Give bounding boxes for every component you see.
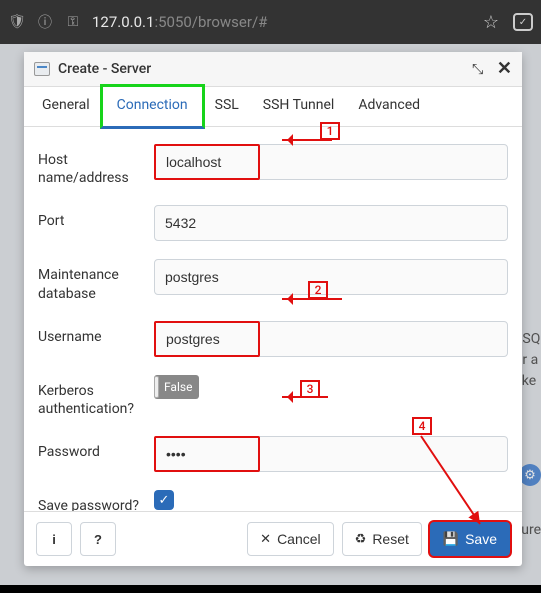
label-maintdb: Maintenance database: [38, 259, 154, 302]
password-input-highlight[interactable]: [154, 436, 260, 472]
tab-general[interactable]: General: [30, 87, 102, 126]
label-password: Password: [38, 436, 154, 461]
help-icon: ?: [94, 532, 102, 547]
label-savepw: Save password?: [38, 490, 154, 511]
reset-label: Reset: [372, 531, 409, 547]
dialog-title: Create - Server: [58, 61, 464, 77]
label-kerberos: Kerberos authentication?: [38, 375, 154, 418]
kerberos-toggle[interactable]: False: [154, 375, 199, 399]
shield-icon: 🛡: [8, 14, 26, 30]
tab-connection[interactable]: Connection: [100, 84, 205, 129]
background-gear-icon[interactable]: ⚙: [519, 464, 541, 486]
info-icon[interactable]: ⓘ: [36, 12, 54, 32]
save-label: Save: [465, 531, 497, 547]
tab-ssl[interactable]: SSL: [203, 87, 251, 126]
label-username: Username: [38, 321, 154, 346]
label-host: Host name/address: [38, 144, 154, 187]
reset-icon: ♻: [355, 531, 367, 547]
url-host: 127.0.0.1: [92, 13, 154, 31]
server-icon: [34, 62, 50, 76]
expand-icon[interactable]: ⤢: [469, 63, 485, 74]
help-button[interactable]: ?: [80, 522, 116, 556]
save-button[interactable]: 💾 Save: [430, 522, 510, 556]
dialog-tabs: General Connection SSL SSH Tunnel Advanc…: [24, 87, 522, 127]
info-icon: i: [52, 532, 56, 547]
key-icon: ⚿: [64, 14, 82, 30]
cancel-button[interactable]: ✕ Cancel: [247, 522, 334, 556]
toggle-label: False: [160, 380, 199, 394]
tab-ssh-tunnel[interactable]: SSH Tunnel: [251, 87, 347, 126]
browser-address-bar: 🛡 ⓘ ⚿ 127.0.0.1:5050/browser/# ☆: [0, 0, 541, 44]
reset-button[interactable]: ♻ Reset: [342, 522, 422, 556]
cancel-label: Cancel: [277, 531, 321, 547]
url-path: :5050/browser/#: [154, 13, 267, 31]
url-field[interactable]: 127.0.0.1:5050/browser/#: [92, 13, 473, 31]
dialog-footer: i ? ✕ Cancel ♻ Reset 💾 Save: [24, 511, 522, 566]
save-password-checkbox[interactable]: ✓: [154, 490, 174, 510]
form-body: Host name/address Port Maintenance datab…: [24, 127, 522, 511]
username-input-highlight[interactable]: [154, 321, 260, 357]
host-input-highlight[interactable]: [154, 144, 260, 180]
port-input[interactable]: [154, 205, 508, 241]
bookmark-star-icon[interactable]: ☆: [483, 12, 499, 33]
create-server-dialog: Create - Server ⤢ ✕ General Connection S…: [24, 52, 522, 566]
tab-advanced[interactable]: Advanced: [346, 87, 432, 126]
pocket-icon[interactable]: [513, 13, 533, 31]
close-icon[interactable]: ✕: [497, 60, 512, 78]
maintdb-input[interactable]: [154, 259, 508, 295]
save-icon: 💾: [443, 531, 459, 547]
cancel-icon: ✕: [260, 531, 271, 547]
dialog-header: Create - Server ⤢ ✕: [24, 52, 522, 87]
label-port: Port: [38, 205, 154, 230]
toggle-knob: [154, 376, 159, 398]
info-button[interactable]: i: [36, 522, 72, 556]
